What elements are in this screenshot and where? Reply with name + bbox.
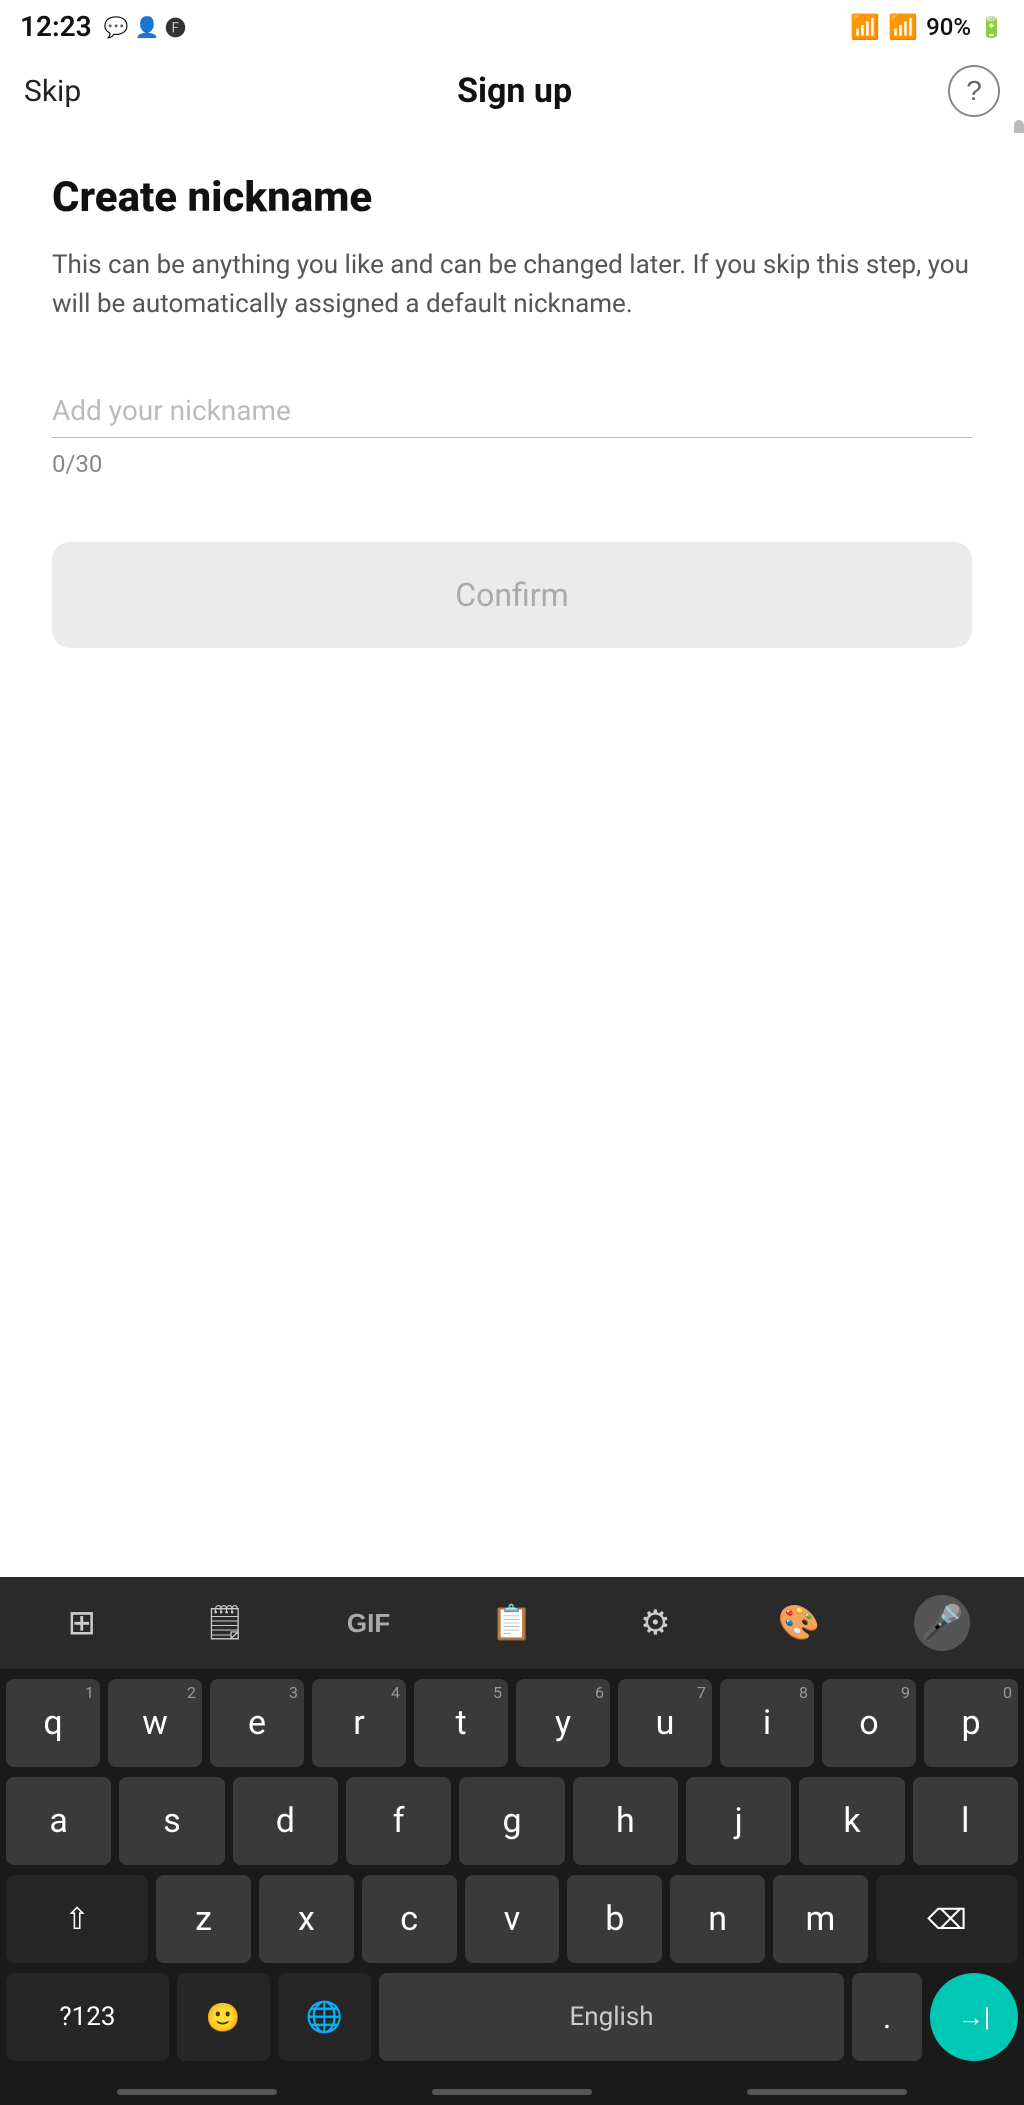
key-i[interactable]: 8 i: [720, 1679, 814, 1767]
key-l[interactable]: l: [913, 1777, 1018, 1865]
mic-icon: 🎤: [921, 1603, 963, 1643]
key-row-2: a s d f g h j k l: [6, 1777, 1018, 1865]
keyboard-grid-button[interactable]: ⊞: [54, 1595, 110, 1651]
keyboard-clipboard-button[interactable]: 📋: [484, 1595, 540, 1651]
key-o[interactable]: 9 o: [822, 1679, 916, 1767]
globe-key[interactable]: 🌐: [278, 1973, 371, 2061]
key-k[interactable]: k: [799, 1777, 904, 1865]
signal-icon: 📶: [888, 13, 918, 41]
key-c[interactable]: c: [362, 1875, 457, 1963]
status-right: 📶 📶 90% 🔋: [850, 13, 1004, 41]
help-button[interactable]: ?: [948, 65, 1000, 117]
facebook-icon: 🅕: [165, 12, 185, 41]
shift-key[interactable]: ⇧: [6, 1875, 148, 1963]
keyboard-mic-button[interactable]: 🎤: [914, 1595, 970, 1651]
empty-space: [0, 648, 1024, 908]
wifi-icon: 📶: [850, 13, 880, 41]
grid-icon: ⊞: [67, 1603, 96, 1643]
confirm-button[interactable]: Confirm: [52, 542, 972, 648]
key-p[interactable]: 0 p: [924, 1679, 1018, 1767]
key-b[interactable]: b: [567, 1875, 662, 1963]
keyboard-toolbar: ⊞ 🗒 GIF 📋 ⚙ 🎨 🎤: [0, 1577, 1024, 1669]
palette-icon: 🎨: [778, 1603, 820, 1643]
char-count: 0/30: [52, 450, 972, 478]
key-e[interactable]: 3 e: [210, 1679, 304, 1767]
enter-key[interactable]: →|: [930, 1973, 1018, 2061]
emoji-icon: 🙂: [206, 2001, 241, 2034]
key-row-3: ⇧ z x c v b n m ⌫: [6, 1875, 1018, 1963]
gesture-line-2: [432, 2089, 592, 2095]
key-z[interactable]: z: [156, 1875, 251, 1963]
key-row-1: 1 q 2 w 3 e 4 r 5 t 6 y: [6, 1679, 1018, 1767]
space-label: English: [570, 2002, 654, 2032]
status-bar: 12:23 💬 👤 🅕 📶 📶 90% 🔋: [0, 0, 1024, 49]
key-a[interactable]: a: [6, 1777, 111, 1865]
add-user-icon: 👤: [135, 15, 160, 39]
key-r[interactable]: 4 r: [312, 1679, 406, 1767]
gesture-line-1: [117, 2089, 277, 2095]
battery-label: 90%: [926, 13, 971, 41]
key-w[interactable]: 2 w: [108, 1679, 202, 1767]
key-f[interactable]: f: [346, 1777, 451, 1865]
key-m[interactable]: m: [773, 1875, 868, 1963]
whatsapp-icon: 💬: [104, 15, 129, 39]
keyboard-sticker-button[interactable]: 🗒: [197, 1595, 253, 1651]
key-n[interactable]: n: [670, 1875, 765, 1963]
symbol-label: ?123: [59, 2002, 115, 2032]
key-y[interactable]: 6 y: [516, 1679, 610, 1767]
create-nickname-title: Create nickname: [52, 173, 972, 222]
create-nickname-description: This can be anything you like and can be…: [52, 246, 972, 324]
skip-button[interactable]: Skip: [24, 74, 81, 109]
key-s[interactable]: s: [119, 1777, 224, 1865]
key-d[interactable]: d: [233, 1777, 338, 1865]
period-key[interactable]: .: [852, 1973, 922, 2061]
sticker-icon: 🗒: [204, 1603, 247, 1643]
key-x[interactable]: x: [259, 1875, 354, 1963]
key-h[interactable]: h: [573, 1777, 678, 1865]
battery-icon: 🔋: [979, 15, 1004, 39]
help-icon: ?: [966, 75, 982, 107]
page-title: Sign up: [457, 71, 572, 111]
backspace-icon: ⌫: [927, 1903, 967, 1936]
period-label: .: [883, 1998, 891, 2036]
main-content: Create nickname This can be anything you…: [0, 133, 1024, 648]
enter-icon: →|: [958, 2002, 990, 2033]
key-q[interactable]: 1 q: [6, 1679, 100, 1767]
keyboard: ⊞ 🗒 GIF 📋 ⚙ 🎨 🎤 1 q 2: [0, 1577, 1024, 2105]
keyboard-palette-button[interactable]: 🎨: [771, 1595, 827, 1651]
gesture-line-3: [747, 2089, 907, 2095]
shift-icon: ⇧: [65, 1902, 90, 1937]
settings-icon: ⚙: [640, 1603, 670, 1643]
symbol-key[interactable]: ?123: [6, 1973, 169, 2061]
key-g[interactable]: g: [459, 1777, 564, 1865]
key-rows: 1 q 2 w 3 e 4 r 5 t 6 y: [0, 1669, 1024, 2061]
gesture-bar: [0, 2075, 1024, 2105]
keyboard-settings-button[interactable]: ⚙: [627, 1595, 683, 1651]
globe-icon: 🌐: [306, 2000, 343, 2035]
key-j[interactable]: j: [686, 1777, 791, 1865]
emoji-key[interactable]: 🙂: [177, 1973, 270, 2061]
key-v[interactable]: v: [465, 1875, 560, 1963]
gif-label: GIF: [347, 1608, 390, 1639]
clipboard-icon: 📋: [491, 1603, 533, 1643]
key-t[interactable]: 5 t: [414, 1679, 508, 1767]
header: Skip Sign up ?: [0, 49, 1024, 133]
keyboard-gif-button[interactable]: GIF: [341, 1595, 397, 1651]
nickname-input-area: 0/30: [52, 384, 972, 478]
status-time: 12:23: [20, 10, 92, 43]
key-row-4: ?123 🙂 🌐 English . →|: [6, 1973, 1018, 2061]
space-key[interactable]: English: [379, 1973, 844, 2061]
key-u[interactable]: 7 u: [618, 1679, 712, 1767]
backspace-key[interactable]: ⌫: [876, 1875, 1018, 1963]
nickname-input[interactable]: [52, 384, 972, 438]
